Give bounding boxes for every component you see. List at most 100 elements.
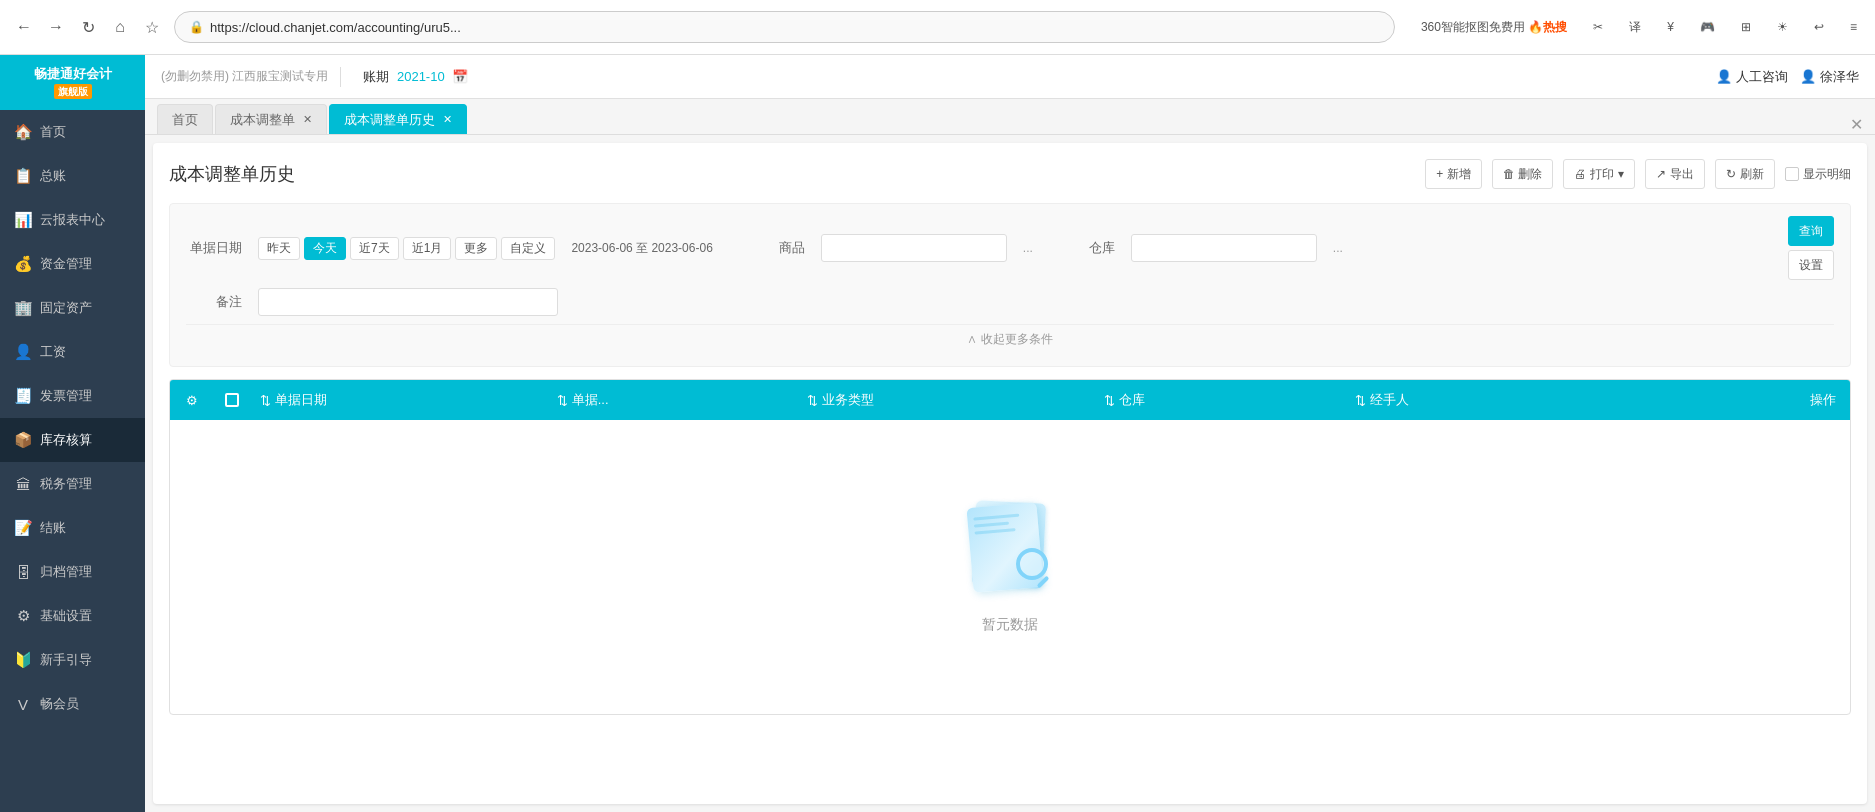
- nav-item-funds[interactable]: 💰 资金管理: [0, 242, 145, 286]
- archive-icon: 🗄: [14, 564, 32, 581]
- tab-cost-adjust[interactable]: 成本调整单 ✕: [215, 104, 327, 134]
- th-gear[interactable]: ⚙: [170, 393, 214, 408]
- nav-item-ledger[interactable]: 📋 总账: [0, 154, 145, 198]
- game-tool[interactable]: 🎮: [1692, 16, 1723, 38]
- goods-more-button[interactable]: ...: [1023, 241, 1033, 255]
- nav-item-invoice[interactable]: 🧾 发票管理: [0, 374, 145, 418]
- period-label-text: 账期: [363, 69, 389, 84]
- tab-cost-adjust-label: 成本调整单: [230, 111, 295, 129]
- date-btn-1month[interactable]: 近1月: [403, 237, 452, 260]
- refresh-button[interactable]: ↻: [74, 13, 102, 41]
- nav-item-assets[interactable]: 🏢 固定资产: [0, 286, 145, 330]
- toolbar-separator: [340, 67, 341, 87]
- logo-sub: 旗舰版: [54, 84, 92, 99]
- warehouse-input[interactable]: [1131, 234, 1317, 262]
- search-tool[interactable]: 360智能抠图免费用 🔥热搜: [1413, 15, 1575, 40]
- hot-label: 🔥热搜: [1528, 20, 1567, 34]
- nav-item-tax[interactable]: 🏛 税务管理: [0, 462, 145, 506]
- query-button[interactable]: 查询: [1788, 216, 1834, 246]
- url-text: https://cloud.chanjet.com/accounting/uru…: [210, 20, 461, 35]
- select-all-checkbox[interactable]: [225, 393, 239, 407]
- scissors-tool[interactable]: ✂: [1585, 16, 1611, 38]
- th-date[interactable]: ⇅ 单据日期: [250, 391, 547, 409]
- th-handler[interactable]: ⇅ 经手人: [1345, 391, 1596, 409]
- brightness-tool[interactable]: ☀: [1769, 16, 1796, 38]
- nav-label-funds: 资金管理: [40, 255, 92, 273]
- warehouse-filter-label: 仓库: [1059, 239, 1115, 257]
- date-btn-custom[interactable]: 自定义: [501, 237, 555, 260]
- vip-icon: V: [14, 696, 32, 713]
- coin-tool[interactable]: ¥: [1659, 16, 1682, 38]
- ssl-icon: 🔒: [189, 20, 204, 34]
- forward-button[interactable]: →: [42, 13, 70, 41]
- nav-label-guide: 新手引导: [40, 651, 92, 669]
- page-title: 成本调整单历史: [169, 162, 295, 186]
- nav-item-vip[interactable]: V 畅会员: [0, 682, 145, 726]
- nav-label-tax: 税务管理: [40, 475, 92, 493]
- refresh-button[interactable]: ↻ 刷新: [1715, 159, 1775, 189]
- date-btn-today[interactable]: 今天: [304, 237, 346, 260]
- nav-item-payroll[interactable]: 👤 工资: [0, 330, 145, 374]
- grid-tool[interactable]: ⊞: [1733, 16, 1759, 38]
- star-button[interactable]: ☆: [138, 13, 166, 41]
- translate-tool[interactable]: 译: [1621, 15, 1649, 40]
- settings-filter-button[interactable]: 设置: [1788, 250, 1834, 280]
- back-button[interactable]: ←: [10, 13, 38, 41]
- date-btn-7days[interactable]: 近7天: [350, 237, 399, 260]
- nav-label-invoice: 发票管理: [40, 387, 92, 405]
- app-layout: 畅捷通好会计 旗舰版 🏠 首页 📋 总账 📊 云报表中心 💰 资金管理 🏢: [0, 55, 1875, 812]
- new-button[interactable]: + 新增: [1425, 159, 1481, 189]
- display-toggle-checkbox[interactable]: [1785, 167, 1799, 181]
- warehouse-more-button[interactable]: ...: [1333, 241, 1343, 255]
- nav-item-guide[interactable]: 🔰 新手引导: [0, 638, 145, 682]
- th-billno-sort-icon: ⇅: [557, 393, 568, 408]
- undo-tool[interactable]: ↩: [1806, 16, 1832, 38]
- nav-label-payroll: 工资: [40, 343, 66, 361]
- user-name-area[interactable]: 👤 徐泽华: [1800, 68, 1859, 86]
- nav-item-reports[interactable]: 📊 云报表中心: [0, 198, 145, 242]
- top-toolbar: (勿删勿禁用) 江西服宝测试专用 账期 2021-10 📅 👤 人工咨询 👤 徐…: [145, 55, 1875, 99]
- header-actions: + 新增 🗑 删除 🖨 打印 ▾ ↗ 导出 ↻ 刷新: [1425, 159, 1851, 189]
- table-header: ⚙ ⇅ 单据日期 ⇅ 单据... ⇅ 业务类型: [170, 380, 1850, 420]
- collapse-bar[interactable]: ∧ 收起更多条件: [186, 324, 1834, 354]
- date-btn-more[interactable]: 更多: [455, 237, 497, 260]
- th-biz-type[interactable]: ⇅ 业务类型: [797, 391, 1094, 409]
- print-button[interactable]: 🖨 打印 ▾: [1563, 159, 1635, 189]
- logo-area: 畅捷通好会计 旗舰版: [0, 55, 145, 110]
- left-navigation: 畅捷通好会计 旗舰版 🏠 首页 📋 总账 📊 云报表中心 💰 资金管理 🏢: [0, 55, 145, 812]
- date-btn-yesterday[interactable]: 昨天: [258, 237, 300, 260]
- consult-label: 人工咨询: [1736, 68, 1788, 86]
- th-warehouse[interactable]: ⇅ 仓库: [1094, 391, 1345, 409]
- avatar-icon: 👤: [1800, 69, 1816, 84]
- nav-item-inventory[interactable]: 📦 库存核算: [0, 418, 145, 462]
- tab-cost-adjust-history-close[interactable]: ✕: [443, 113, 452, 126]
- tab-cost-adjust-close[interactable]: ✕: [303, 113, 312, 126]
- tab-cost-adjust-history[interactable]: 成本调整单历史 ✕: [329, 104, 467, 134]
- tab-home[interactable]: 首页: [157, 104, 213, 134]
- th-checkbox[interactable]: [214, 393, 250, 407]
- home-button[interactable]: ⌂: [106, 13, 134, 41]
- nav-item-settings[interactable]: ⚙ 基础设置: [0, 594, 145, 638]
- display-toggle[interactable]: 显示明细: [1785, 166, 1851, 183]
- user-consult[interactable]: 👤 人工咨询: [1716, 68, 1788, 86]
- address-bar[interactable]: 🔒 https://cloud.chanjet.com/accounting/u…: [174, 11, 1395, 43]
- nav-item-home[interactable]: 🏠 首页: [0, 110, 145, 154]
- invoice-icon: 🧾: [14, 387, 32, 405]
- menu-tool[interactable]: ≡: [1842, 16, 1865, 38]
- th-bill-no[interactable]: ⇅ 单据...: [547, 391, 798, 409]
- note-input[interactable]: [258, 288, 558, 316]
- search-label: 360智能抠图免费用: [1421, 20, 1525, 34]
- nav-label-ledger: 总账: [40, 167, 66, 185]
- goods-input[interactable]: [821, 234, 1007, 262]
- collapse-label: ∧ 收起更多条件: [967, 332, 1052, 346]
- nav-label-vip: 畅会员: [40, 695, 79, 713]
- close-all-tabs-button[interactable]: ✕: [1850, 115, 1863, 134]
- calendar-icon[interactable]: 📅: [452, 69, 468, 84]
- nav-label-archive: 归档管理: [40, 563, 92, 581]
- delete-button[interactable]: 🗑 删除: [1492, 159, 1553, 189]
- gear-icon: ⚙: [186, 393, 198, 408]
- tab-home-label: 首页: [172, 111, 198, 129]
- nav-item-settlement[interactable]: 📝 结账: [0, 506, 145, 550]
- export-button[interactable]: ↗ 导出: [1645, 159, 1705, 189]
- nav-item-archive[interactable]: 🗄 归档管理: [0, 550, 145, 594]
